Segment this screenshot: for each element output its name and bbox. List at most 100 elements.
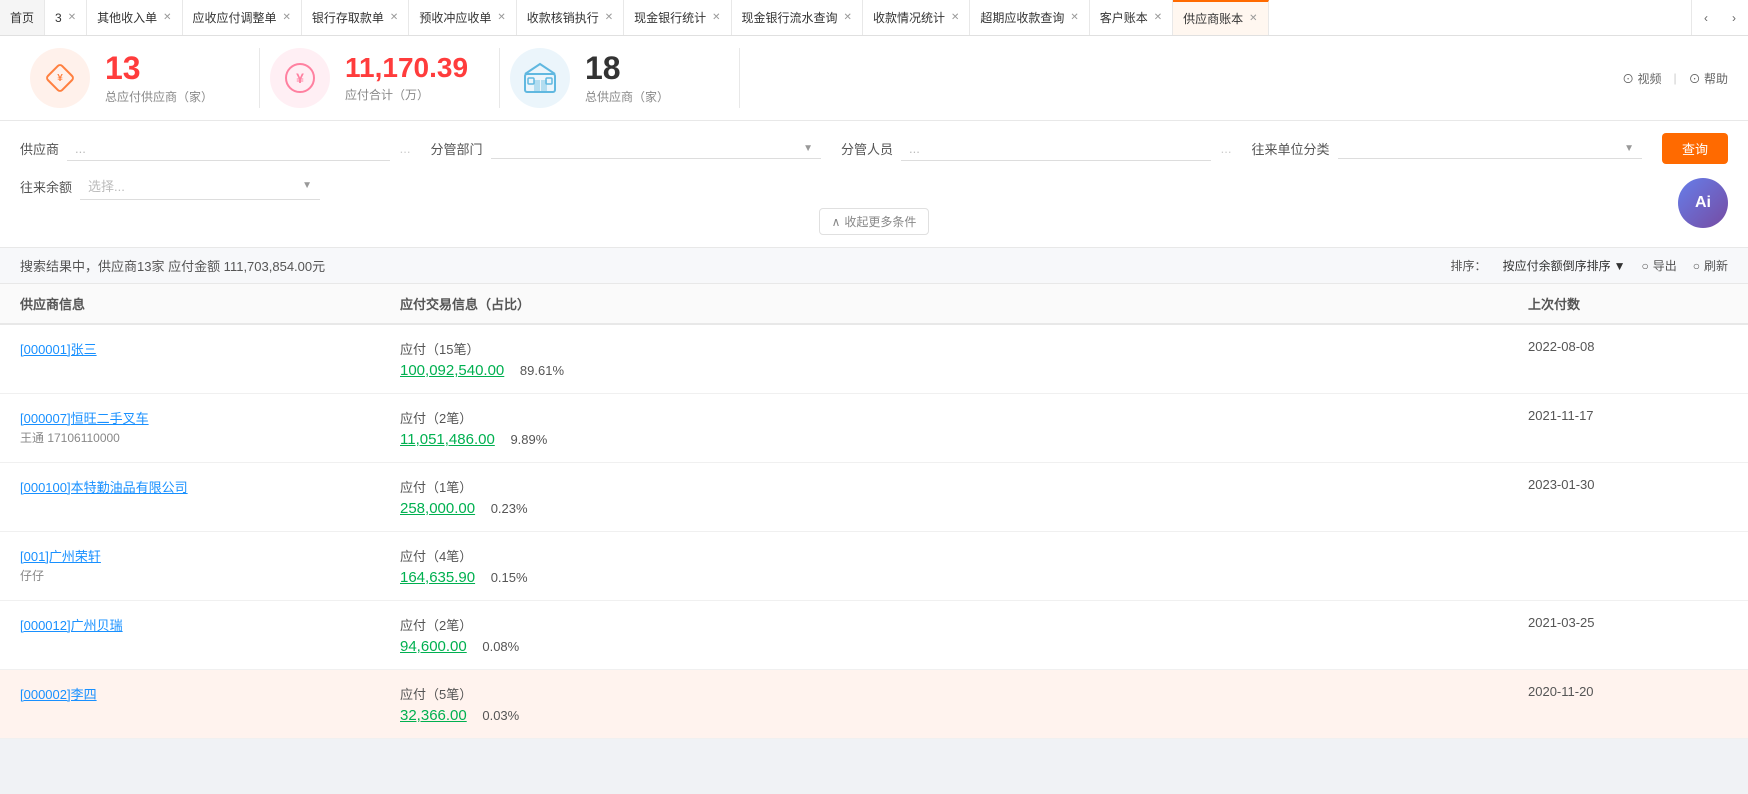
collapse-button[interactable]: ∧ 收起更多条件 (819, 208, 930, 235)
table-row: [000007]恒旺二手叉车 王通 17106110000 应付（2笔） 11,… (0, 394, 1748, 463)
header-lastpay: 上次付数 (1528, 294, 1728, 313)
nav-supplier-ledger[interactable]: 供应商账本 ✕ (1173, 0, 1268, 35)
stats-bar: ¥ 13 总应付供应商（家） ¥ 11,170.39 应付合计（万） (0, 36, 1748, 121)
svg-text:¥: ¥ (57, 73, 63, 84)
header-payable: 应付交易信息（占比） (400, 294, 1528, 313)
person-input[interactable] (901, 137, 1211, 161)
close-icon[interactable]: ✕ (1154, 12, 1162, 23)
person-input-dots: ... (1221, 141, 1232, 156)
close-icon[interactable]: ✕ (951, 12, 959, 23)
ai-badge[interactable]: Ai (1678, 178, 1728, 228)
chevron-down-icon: ▼ (803, 143, 813, 154)
supplier-cell: [000002]李四 (20, 684, 400, 703)
nav-home[interactable]: 首页 (0, 0, 45, 35)
supplier-input[interactable] (67, 137, 390, 161)
stat-total-suppliers: 18 总供应商（家） (500, 48, 740, 108)
help-btn[interactable]: ⊙ 帮助 (1689, 70, 1728, 87)
store-icon (510, 48, 570, 108)
payable-amount[interactable]: 258,000.00 (400, 500, 475, 517)
chevron-down-icon: ▼ (1624, 143, 1634, 154)
coin-icon: ¥ (282, 60, 318, 96)
payable-cell: 应付（4笔） 164,635.90 0.15% (400, 546, 1528, 586)
filter-unit-category: 往来单位分类 ▼ (1252, 139, 1643, 159)
nav-prepaid-collect[interactable]: 预收冲应收单 ✕ (409, 0, 516, 35)
result-bar: 搜索结果中，供应商13家 应付金额 111,703,854.00元 排序： 按应… (0, 248, 1748, 284)
lastpay-cell: 2021-11-17 (1528, 408, 1728, 423)
lastpay-date: 2022-08-08 (1528, 339, 1595, 354)
nav-prev-arrow[interactable]: ‹ (1692, 0, 1720, 36)
close-icon[interactable]: ✕ (844, 12, 852, 23)
payable-amount-row: 164,635.90 0.15% (400, 569, 1528, 586)
supplier-link[interactable]: [000007]恒旺二手叉车 (20, 408, 400, 427)
payable-amount[interactable]: 94,600.00 (400, 638, 467, 655)
balance-select[interactable]: 选择... ▼ (80, 172, 320, 200)
nav-tab-3[interactable]: 3 ✕ (45, 0, 87, 35)
close-icon[interactable]: ✕ (1249, 13, 1257, 24)
nav-ar-ap-adjust[interactable]: 应收应付调整单 ✕ (183, 0, 302, 35)
supplier-cell: [000001]张三 (20, 339, 400, 358)
close-icon[interactable]: ✕ (163, 12, 171, 23)
payable-amount[interactable]: 32,366.00 (400, 707, 467, 724)
payable-amount-row: 11,051,486.00 9.89% (400, 431, 1528, 448)
supplier-link[interactable]: [000100]本特勤油品有限公司 (20, 477, 400, 496)
video-help-btn[interactable]: ⊙ 视频 (1622, 70, 1661, 87)
lastpay-cell: 2020-11-20 (1528, 684, 1728, 699)
close-icon[interactable]: ✕ (605, 12, 613, 23)
export-button[interactable]: ○ 导出 (1641, 257, 1676, 274)
collapse-up-icon: ∧ (832, 215, 841, 229)
stat2-label: 应付合计（万） (345, 86, 468, 103)
payable-amount[interactable]: 164,635.90 (400, 569, 475, 586)
filter-supplier: 供应商 ... (20, 137, 411, 161)
supplier-link[interactable]: [000002]李四 (20, 684, 400, 703)
nav-other-income[interactable]: 其他收入单 ✕ (87, 0, 182, 35)
nav-next-arrow[interactable]: › (1720, 0, 1748, 36)
table-row: [000012]广州贝瑞 应付（2笔） 94,600.00 0.08% 2021… (0, 601, 1748, 670)
supplier-link[interactable]: [001]广州荣轩 (20, 546, 400, 565)
nav-cash-bank-flow[interactable]: 现金银行流水查询 ✕ (732, 0, 863, 35)
close-icon[interactable]: ✕ (712, 12, 720, 23)
nav-overdue-query[interactable]: 超期应收款查询 ✕ (970, 0, 1089, 35)
sort-select[interactable]: 按应付余额倒序排序 ▼ (1503, 257, 1626, 274)
table-row: [000100]本特勤油品有限公司 应付（1笔） 258,000.00 0.23… (0, 463, 1748, 532)
payable-cell: 应付（15笔） 100,092,540.00 89.61% (400, 339, 1528, 379)
nav-cash-bank-stats[interactable]: 现金银行统计 ✕ (624, 0, 731, 35)
nav-collection-exec[interactable]: 收款核销执行 ✕ (517, 0, 624, 35)
chevron-down-icon: ▼ (302, 180, 312, 191)
nav-bank-deposit[interactable]: 银行存取款单 ✕ (302, 0, 409, 35)
close-icon[interactable]: ✕ (283, 12, 291, 23)
close-icon[interactable]: ✕ (390, 12, 398, 23)
balance-select-text: 选择... (88, 176, 298, 195)
payable-amount[interactable]: 100,092,540.00 (400, 362, 504, 379)
payable-header: 应付（5笔） (400, 684, 1528, 703)
stat3-value: 18 (585, 52, 669, 84)
payable-amount[interactable]: 11,051,486.00 (400, 431, 495, 448)
search-button[interactable]: 查询 (1662, 133, 1728, 164)
payable-header: 应付（1笔） (400, 477, 1528, 496)
refresh-button[interactable]: ○ 刷新 (1693, 257, 1728, 274)
stat1-label: 总应付供应商（家） (105, 88, 213, 105)
payable-header: 应付（2笔） (400, 615, 1528, 634)
payable-percent: 0.23% (491, 501, 528, 516)
close-icon[interactable]: ✕ (1070, 12, 1078, 23)
nav-customer-ledger[interactable]: 客户账本 ✕ (1090, 0, 1173, 35)
close-icon[interactable]: ✕ (68, 12, 76, 23)
person-filter-label: 分管人员 (841, 139, 893, 158)
nav-collection-stats[interactable]: 收款情况统计 ✕ (863, 0, 970, 35)
lastpay-date: 2021-11-17 (1528, 408, 1594, 423)
close-icon[interactable]: ✕ (497, 12, 505, 23)
stats-help: ⊙ 视频 | ⊙ 帮助 (1622, 70, 1728, 87)
export-icon: ○ (1641, 259, 1648, 273)
sort-label: 排序： (1451, 257, 1487, 274)
unit-category-select[interactable]: ▼ (1338, 139, 1642, 159)
supplier-link[interactable]: [000001]张三 (20, 339, 400, 358)
dept-select[interactable]: ▼ (491, 139, 821, 159)
payable-amount-row: 258,000.00 0.23% (400, 500, 1528, 517)
stat-total-payable-amount: ¥ 11,170.39 应付合计（万） (260, 48, 500, 108)
supplier-link[interactable]: [000012]广州贝瑞 (20, 615, 400, 634)
stat2-value: 11,170.39 (345, 54, 468, 82)
stat3-label: 总供应商（家） (585, 88, 669, 105)
lastpay-cell: 2022-08-08 (1528, 339, 1728, 354)
payable-percent: 9.89% (510, 432, 547, 447)
payable-amount-row: 94,600.00 0.08% (400, 638, 1528, 655)
table-body: [000001]张三 应付（15笔） 100,092,540.00 89.61%… (0, 325, 1748, 739)
